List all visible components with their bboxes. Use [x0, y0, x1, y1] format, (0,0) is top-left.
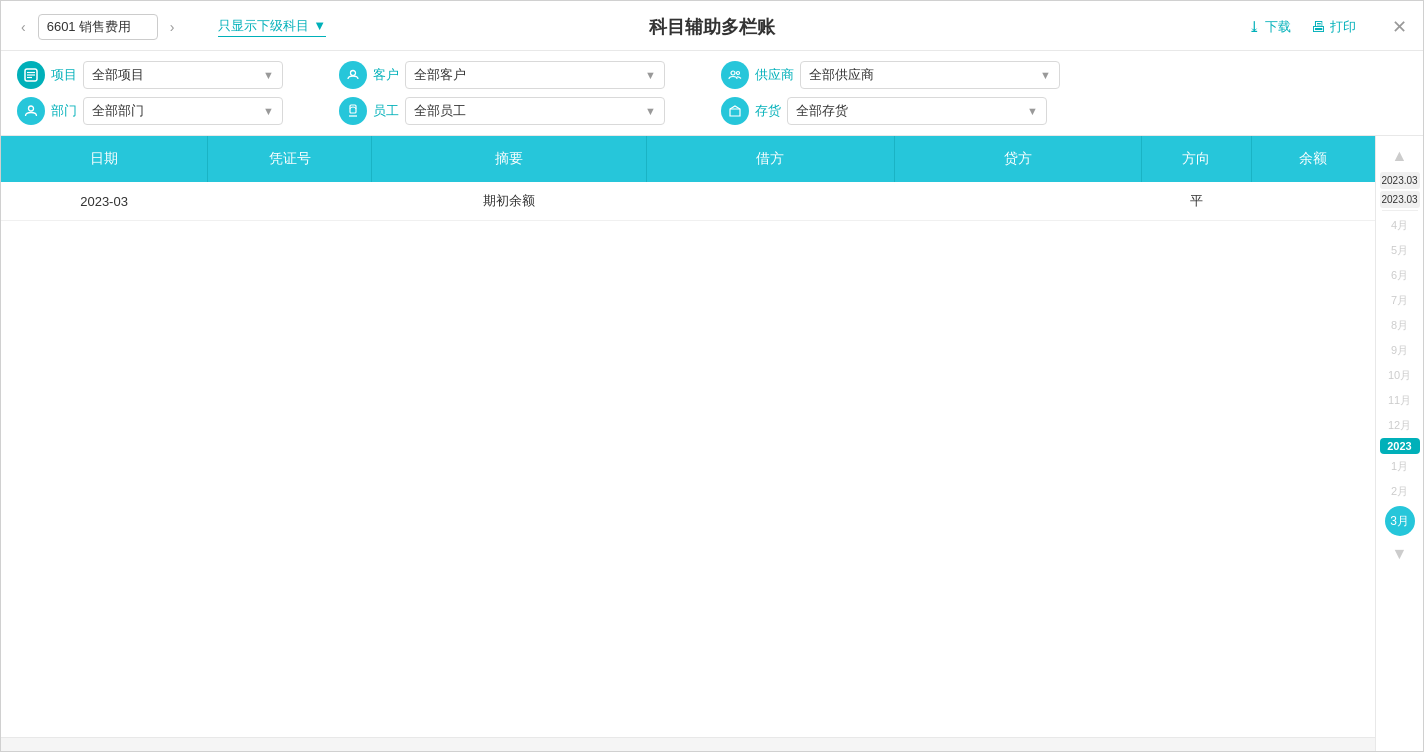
employee-value: 全部员工 — [414, 102, 466, 120]
inventory-value: 全部存货 — [796, 102, 848, 120]
col-header-balance: 余额 — [1251, 136, 1375, 182]
print-label: 打印 — [1330, 18, 1356, 36]
project-select[interactable]: 全部项目 ▼ — [83, 61, 283, 89]
title-bar-left: ‹ 6601 销售费用 › 只显示下级科目 ▼ — [17, 14, 326, 40]
supplier-label: 供应商 — [755, 66, 794, 84]
filter-item-supplier: 供应商 全部供应商 ▼ — [721, 61, 1060, 89]
col-header-summary: 摘要 — [372, 136, 647, 182]
filter-item-department: 部门 全部部门 ▼ — [17, 97, 283, 125]
employee-select[interactable]: 全部员工 ▼ — [405, 97, 665, 125]
customer-icon — [339, 61, 367, 89]
supplier-arrow-icon: ▼ — [1040, 69, 1051, 81]
svg-point-5 — [731, 71, 735, 75]
sidebar-month-10[interactable]: 10月 — [1380, 363, 1420, 388]
svg-point-6 — [737, 72, 740, 75]
show-sub-button[interactable]: 只显示下级科目 ▼ — [218, 17, 326, 37]
download-button[interactable]: ⤓ 下载 — [1248, 18, 1291, 36]
sidebar-down-arrow[interactable]: ▼ — [1386, 540, 1414, 568]
employee-arrow-icon: ▼ — [645, 105, 656, 117]
filter-item-inventory: 存货 全部存货 ▼ — [721, 97, 1047, 125]
svg-rect-8 — [350, 105, 356, 113]
customer-label: 客户 — [373, 66, 399, 84]
cell-debit — [647, 182, 894, 221]
sidebar-month-4[interactable]: 4月 — [1380, 213, 1420, 238]
cell-balance — [1251, 182, 1375, 221]
inventory-select[interactable]: 全部存货 ▼ — [787, 97, 1047, 125]
download-label: 下载 — [1265, 18, 1291, 36]
customer-arrow-icon: ▼ — [645, 69, 656, 81]
close-button[interactable]: ✕ — [1392, 16, 1407, 38]
col-header-date: 日期 — [1, 136, 207, 182]
sidebar-month-7[interactable]: 7月 — [1380, 288, 1420, 313]
filter-row-2: 部门 全部部门 ▼ 员工 全部员工 ▼ — [17, 97, 1407, 125]
supplier-select[interactable]: 全部供应商 ▼ — [800, 61, 1060, 89]
sidebar-month-11[interactable]: 11月 — [1380, 388, 1420, 413]
department-label: 部门 — [51, 102, 77, 120]
project-arrow-icon: ▼ — [263, 69, 274, 81]
employee-icon — [339, 97, 367, 125]
right-sidebar: ▲ 2023.03 2023.03 4月 5月 6月 7月 8月 9月 10月 … — [1375, 136, 1423, 751]
col-header-direction: 方向 — [1141, 136, 1251, 182]
main-content: 日期 凭证号 摘要 借方 贷方 方向 余额 2023-03 期初余额 — [1, 136, 1423, 751]
filter-item-customer: 客户 全部客户 ▼ — [339, 61, 665, 89]
employee-label: 员工 — [373, 102, 399, 120]
supplier-value: 全部供应商 — [809, 66, 874, 84]
filter-item-employee: 员工 全部员工 ▼ — [339, 97, 665, 125]
show-sub-arrow-icon: ▼ — [313, 18, 326, 33]
next-nav-button[interactable]: › — [166, 17, 179, 37]
cell-date: 2023-03 — [1, 182, 207, 221]
table-row[interactable]: 2023-03 期初余额 平 — [1, 182, 1375, 221]
print-icon: 🖶 — [1311, 18, 1326, 35]
sidebar-month-8[interactable]: 8月 — [1380, 313, 1420, 338]
department-arrow-icon: ▼ — [263, 105, 274, 117]
account-code-box[interactable]: 6601 销售费用 — [38, 14, 158, 40]
department-select[interactable]: 全部部门 ▼ — [83, 97, 283, 125]
table-area[interactable]: 日期 凭证号 摘要 借方 贷方 方向 余额 2023-03 期初余额 — [1, 136, 1375, 751]
filter-bar: 项目 全部项目 ▼ 客户 全部客户 ▼ — [1, 51, 1423, 136]
horizontal-scrollbar[interactable] — [1, 737, 1375, 751]
cell-summary: 期初余额 — [372, 182, 647, 221]
page-title: 科目辅助多栏账 — [649, 15, 775, 39]
prev-nav-button[interactable]: ‹ — [17, 17, 30, 37]
sidebar-month-3-active[interactable]: 3月 — [1385, 506, 1415, 536]
sidebar-month-2023-03-second[interactable]: 2023.03 — [1380, 191, 1420, 208]
department-value: 全部部门 — [92, 102, 144, 120]
sidebar-month-12[interactable]: 12月 — [1380, 413, 1420, 438]
cell-credit — [894, 182, 1141, 221]
sidebar-year-badge: 2023 — [1380, 438, 1420, 454]
customer-value: 全部客户 — [414, 66, 466, 84]
sidebar-month-1[interactable]: 1月 — [1380, 454, 1420, 479]
sidebar-month-5[interactable]: 5月 — [1380, 238, 1420, 263]
sidebar-up-arrow[interactable]: ▲ — [1386, 142, 1414, 170]
print-button[interactable]: 🖶 打印 — [1311, 18, 1356, 36]
customer-select[interactable]: 全部客户 ▼ — [405, 61, 665, 89]
sidebar-month-9[interactable]: 9月 — [1380, 338, 1420, 363]
filter-item-project: 项目 全部项目 ▼ — [17, 61, 283, 89]
svg-point-7 — [29, 106, 34, 111]
col-header-debit: 借方 — [647, 136, 894, 182]
main-window: ‹ 6601 销售费用 › 只显示下级科目 ▼ 科目辅助多栏账 ⤓ 下载 🖶 打… — [0, 0, 1424, 752]
supplier-icon — [721, 61, 749, 89]
project-icon — [17, 61, 45, 89]
inventory-icon — [721, 97, 749, 125]
cell-direction: 平 — [1141, 182, 1251, 221]
project-label: 项目 — [51, 66, 77, 84]
title-bar: ‹ 6601 销售费用 › 只显示下级科目 ▼ 科目辅助多栏账 ⤓ 下载 🖶 打… — [1, 1, 1423, 51]
inventory-arrow-icon: ▼ — [1027, 105, 1038, 117]
sidebar-month-6[interactable]: 6月 — [1380, 263, 1420, 288]
col-header-voucher: 凭证号 — [207, 136, 372, 182]
download-icon: ⤓ — [1248, 18, 1261, 36]
inventory-label: 存货 — [755, 102, 781, 120]
sidebar-month-2023-03-top[interactable]: 2023.03 — [1380, 172, 1420, 189]
cell-voucher — [207, 182, 372, 221]
sidebar-month-2[interactable]: 2月 — [1380, 479, 1420, 504]
show-sub-label: 只显示下级科目 — [218, 17, 309, 35]
ledger-table: 日期 凭证号 摘要 借方 贷方 方向 余额 2023-03 期初余额 — [1, 136, 1375, 221]
filter-row-1: 项目 全部项目 ▼ 客户 全部客户 ▼ — [17, 61, 1407, 89]
col-header-credit: 贷方 — [894, 136, 1141, 182]
department-icon — [17, 97, 45, 125]
title-bar-right: ⤓ 下载 🖶 打印 ✕ — [1248, 16, 1407, 38]
svg-point-4 — [351, 71, 356, 76]
project-value: 全部项目 — [92, 66, 144, 84]
